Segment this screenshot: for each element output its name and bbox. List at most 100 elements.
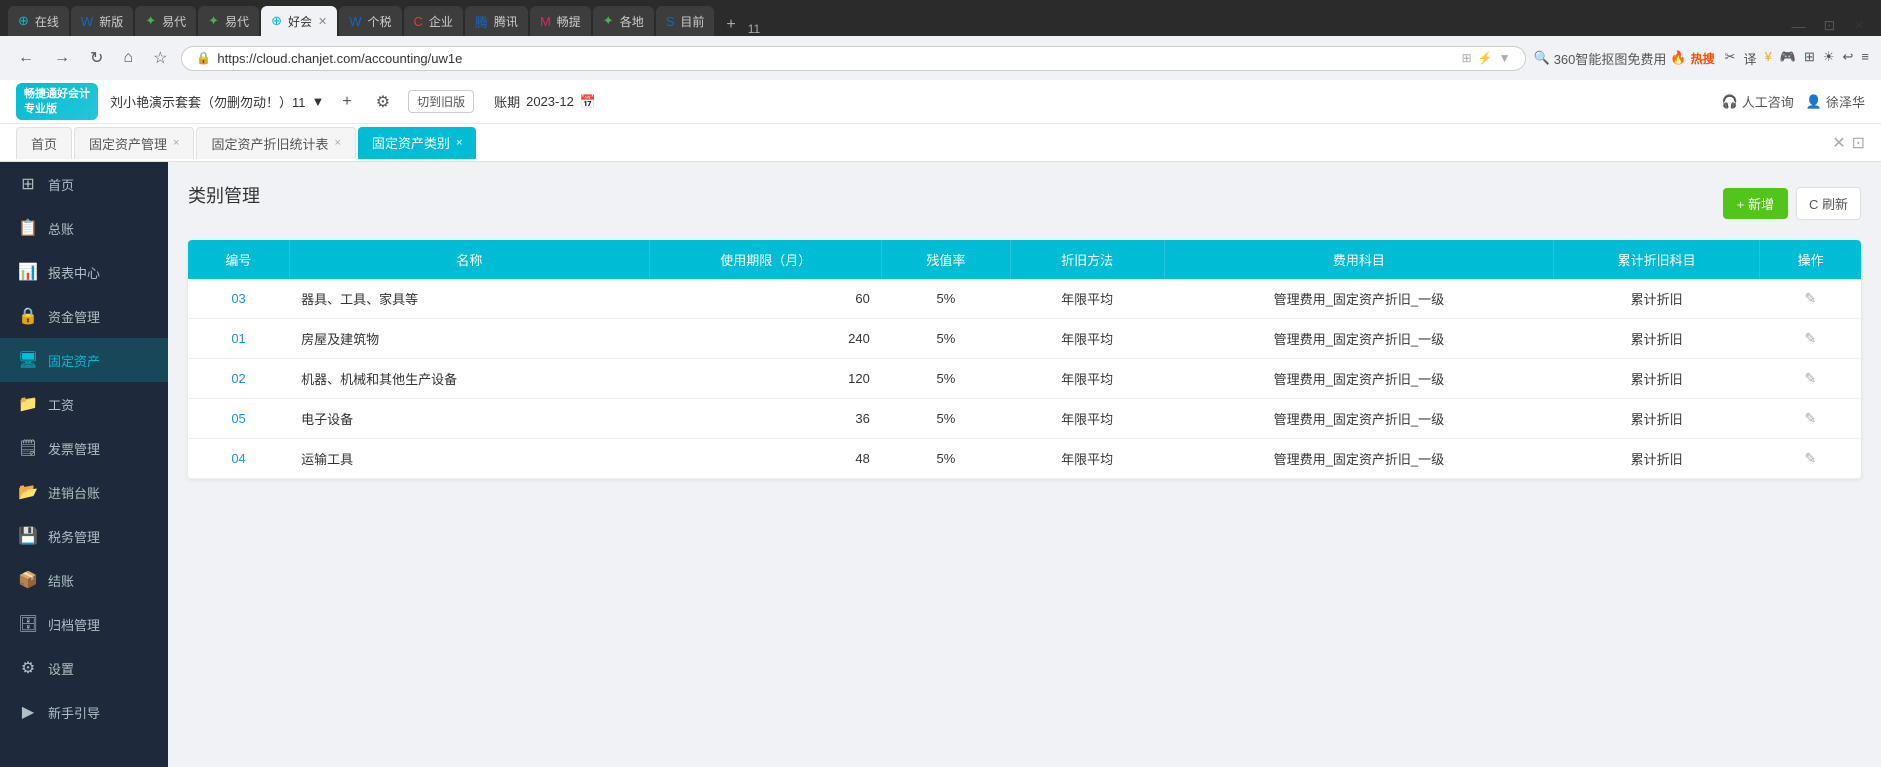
browser-tab-2[interactable]: W 新版 [71, 6, 133, 36]
browser-tab-4[interactable]: ✦ 易代 [198, 6, 259, 36]
address-dropdown-icon[interactable]: ▼ [1499, 51, 1511, 65]
forward-button[interactable]: → [48, 47, 76, 69]
search-bar[interactable]: 🔍 360智能抠图免费用 🔥 热搜 [1534, 49, 1715, 68]
fire-icon: 🔥 [1670, 50, 1686, 66]
sidebar-item-purchase-sales[interactable]: 📂 进销台账 [0, 470, 168, 514]
nav-tab-home[interactable]: 首页 [16, 127, 72, 159]
reload-button[interactable]: ↻ [84, 46, 109, 70]
browser-tab-11[interactable]: S 目前 [656, 6, 715, 36]
browser-tab-10[interactable]: ✦ 各地 [593, 6, 654, 36]
cell-period-4: 48 [650, 439, 882, 479]
edit-button-4[interactable]: ✎ [1805, 450, 1817, 466]
address-bar[interactable]: 🔒 https://cloud.chanjet.com/accounting/u… [181, 46, 1525, 71]
sidebar-fixed-assets-label: 固定资产 [48, 351, 100, 370]
sidebar-item-home[interactable]: ⊞ 首页 [0, 162, 168, 206]
sidebar-item-reports[interactable]: 📊 报表中心 [0, 250, 168, 294]
sidebar-item-tax[interactable]: 💾 税务管理 [0, 514, 168, 558]
cell-expense-2: 管理费用_固定资产折旧_一级 [1164, 359, 1553, 399]
sidebar-ledger-label: 总账 [48, 219, 74, 238]
payroll-icon: 📁 [18, 394, 38, 414]
nav-tab-fixed-asset-mgmt[interactable]: 固定资产管理 × [74, 127, 194, 159]
headset-icon: 🎧 [1722, 94, 1738, 110]
nav-tab-depreciation-table[interactable]: 固定资产折旧统计表 × [196, 127, 355, 159]
sidebar-item-archive[interactable]: 🗄 归档管理 [0, 602, 168, 646]
cell-code-2: 02 [188, 359, 289, 399]
sidebar-item-payroll[interactable]: 📁 工资 [0, 382, 168, 426]
sidebar-item-invoice[interactable]: 🗒 发票管理 [0, 426, 168, 470]
calendar-icon[interactable]: 📅 [580, 94, 596, 110]
edit-button-1[interactable]: ✎ [1805, 330, 1817, 346]
translate-icon[interactable]: 译 [1744, 49, 1757, 68]
close-depreciation-table[interactable]: × [334, 137, 340, 149]
sidebar-item-close-account[interactable]: 📦 结账 [0, 558, 168, 602]
edit-button-2[interactable]: ✎ [1805, 370, 1817, 386]
close-fixed-asset-mgmt[interactable]: × [173, 137, 179, 149]
cell-expense-1: 管理费用_固定资产折旧_一级 [1164, 319, 1553, 359]
browser-tab-5[interactable]: ⊕ 好会 ✕ [261, 6, 337, 36]
nav-tab-asset-category[interactable]: 固定资产类别 × [358, 127, 476, 159]
code-link-1[interactable]: 01 [231, 331, 245, 346]
window-close-button[interactable]: ✕ [1845, 15, 1873, 36]
browser-tab-6[interactable]: W 个税 [339, 6, 401, 36]
expand-panel-button[interactable]: ⊡ [1852, 133, 1865, 153]
back-button[interactable]: ← [12, 47, 40, 69]
col-header-expense: 费用科目 [1164, 240, 1553, 279]
window-restore-button[interactable]: ⊡ [1816, 15, 1844, 36]
bookmark-button[interactable]: ☆ [147, 46, 173, 70]
menu-icon[interactable]: ≡ [1861, 49, 1869, 68]
sidebar-item-funds[interactable]: 🔒 资金管理 [0, 294, 168, 338]
user-avatar-area[interactable]: 👤 徐泽华 [1806, 92, 1865, 111]
home-button[interactable]: ⌂ [117, 47, 139, 69]
page-title: 类别管理 [188, 182, 260, 208]
window-controls: — ⊡ ✕ [1784, 15, 1873, 36]
cell-name-3: 电子设备 [289, 399, 649, 439]
scissors-icon[interactable]: ✂ [1725, 49, 1736, 68]
tab-close-5[interactable]: ✕ [318, 15, 327, 28]
browser-tab-3[interactable]: ✦ 易代 [135, 6, 196, 36]
browser-tab-1[interactable]: ⊕ 在线 [8, 6, 69, 36]
undo-icon[interactable]: ↩ [1843, 49, 1854, 68]
sidebar-settings-label: 设置 [48, 659, 74, 678]
new-tab-button[interactable]: + [720, 14, 741, 36]
cell-residual-3: 5% [882, 399, 1010, 439]
toolbar-right: 🔍 360智能抠图免费用 🔥 热搜 ✂ 译 ¥ 🎮 ⊞ ☀ ↩ ≡ [1534, 49, 1870, 68]
code-link-4[interactable]: 04 [231, 451, 245, 466]
sidebar-item-fixed-assets[interactable]: 🖥 固定资产 [0, 338, 168, 382]
period-value: 2023-12 [526, 94, 574, 109]
sidebar-item-settings[interactable]: ⚙ 设置 [0, 646, 168, 690]
edit-button-3[interactable]: ✎ [1805, 410, 1817, 426]
close-panel-button[interactable]: ✕ [1832, 133, 1845, 153]
switch-version-button[interactable]: 切到旧版 [408, 90, 474, 113]
add-category-button[interactable]: + 新增 [1723, 188, 1788, 219]
sun-icon[interactable]: ☀ [1823, 49, 1835, 68]
edit-button-0[interactable]: ✎ [1805, 290, 1817, 306]
browser-tab-9[interactable]: M 畅提 [530, 6, 591, 36]
toolbar-icons: ✂ 译 ¥ 🎮 ⊞ ☀ ↩ ≡ [1725, 49, 1869, 68]
window-minimize-button[interactable]: — [1784, 16, 1814, 36]
consult-button[interactable]: 🎧 人工咨询 [1722, 92, 1794, 111]
refresh-button[interactable]: C 刷新 [1796, 187, 1861, 220]
settings-header-button[interactable]: ⚙ [370, 90, 396, 114]
sidebar-item-general-ledger[interactable]: 📋 总账 [0, 206, 168, 250]
browser-tab-8[interactable]: 腾 腾讯 [465, 6, 528, 36]
cell-method-2: 年限平均 [1010, 359, 1164, 399]
coin-icon[interactable]: ¥ [1765, 49, 1772, 68]
code-link-3[interactable]: 05 [231, 411, 245, 426]
game-icon[interactable]: 🎮 [1780, 49, 1796, 68]
close-asset-category[interactable]: × [456, 137, 462, 149]
grid-icon[interactable]: ⊞ [1804, 49, 1815, 68]
user-dropdown-icon[interactable]: ▼ [312, 94, 325, 109]
code-link-2[interactable]: 02 [231, 371, 245, 386]
period-selector[interactable]: 账期 2023-12 📅 [494, 92, 596, 111]
table-row: 03 器具、工具、家具等 60 5% 年限平均 管理费用_固定资产折旧_一级 累… [188, 279, 1861, 319]
header-user-info: 刘小艳演示套套（勿删勿动！）11 ▼ [110, 92, 324, 111]
add-workspace-button[interactable]: + [336, 91, 357, 113]
cell-action-4: ✎ [1760, 439, 1861, 479]
purchase-sales-icon: 📂 [18, 482, 38, 502]
code-link-0[interactable]: 03 [231, 291, 245, 306]
cell-name-4: 运输工具 [289, 439, 649, 479]
fixed-asset-mgmt-label: 固定资产管理 [89, 134, 167, 153]
cell-expense-0: 管理费用_固定资产折旧_一级 [1164, 279, 1553, 319]
browser-tab-7[interactable]: C 企业 [404, 6, 463, 36]
sidebar-item-guide[interactable]: ▶ 新手引导 [0, 690, 168, 734]
